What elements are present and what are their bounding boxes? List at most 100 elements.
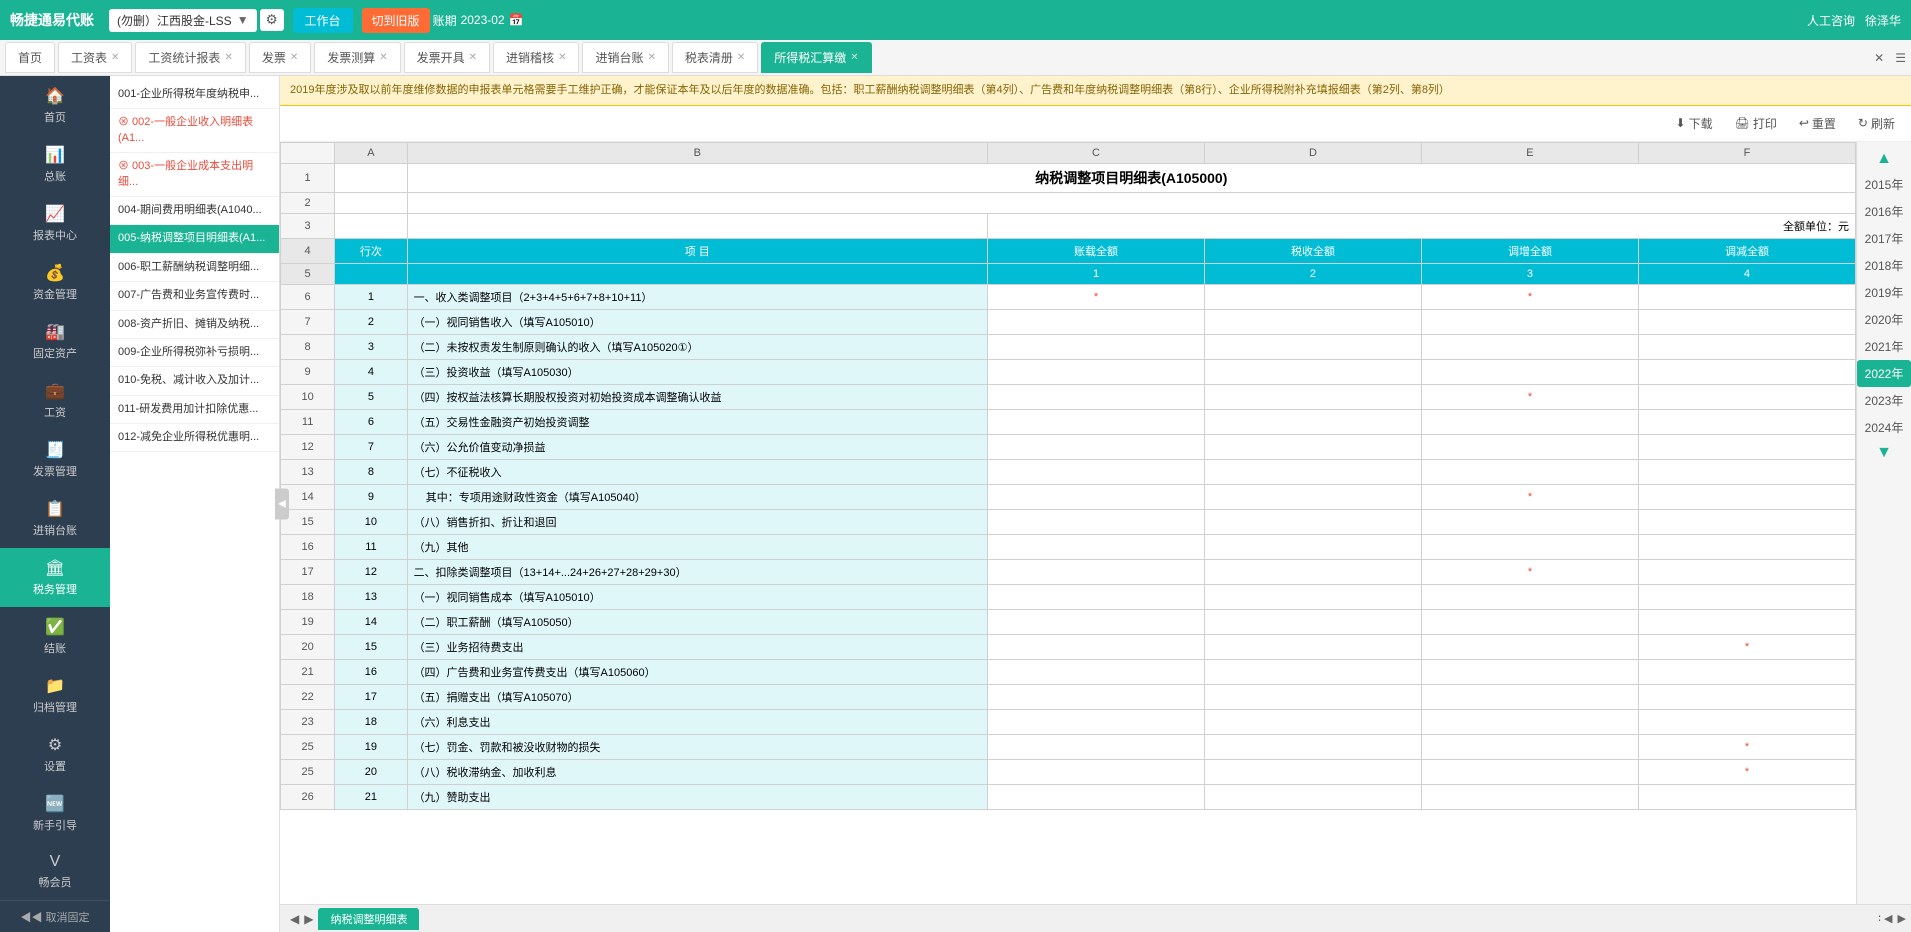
table-row[interactable]: 10 5 （四）按权益法核算长期股权投资对初始投资成本调整确认收益 * xyxy=(281,384,1856,409)
workbench-btn[interactable]: 工作台 xyxy=(293,8,353,33)
table-row[interactable]: 26 21 （九）赞助支出 xyxy=(281,784,1856,809)
form-list-item-008[interactable]: 008-资产折旧、摊销及纳税... xyxy=(110,311,279,339)
sidebar-item-report[interactable]: 📈 报表中心 xyxy=(0,194,110,253)
print-btn[interactable]: 🖨 打印 xyxy=(1729,112,1783,135)
tab-invoice-close[interactable]: ✕ xyxy=(290,52,298,63)
year-item-2020[interactable]: 2020年 xyxy=(1857,306,1911,333)
table-row[interactable]: 20 15 （三）业务招待费支出 * xyxy=(281,634,1856,659)
company-settings-btn[interactable]: ⚙ xyxy=(260,9,284,31)
table-row[interactable]: 21 16 （四）广告费和业务宣传费支出（填写A105060） xyxy=(281,659,1856,684)
tab-invoice-calc-close[interactable]: ✕ xyxy=(379,52,387,63)
bottom-tab-adjust[interactable]: 纳税调整明细表 xyxy=(318,908,419,930)
year-item-2015[interactable]: 2015年 xyxy=(1857,171,1911,198)
form-list-item-002[interactable]: ⊗ 002-一般企业收入明细表(A1... xyxy=(110,109,279,153)
sidebar-item-fixed[interactable]: 🏭 固定资产 xyxy=(0,312,110,371)
tab-invoice-issue-close[interactable]: ✕ xyxy=(469,52,477,63)
sidebar-item-guide[interactable]: 🆕 新手引导 xyxy=(0,784,110,843)
tab-check[interactable]: 进销稽核✕ xyxy=(493,42,579,73)
sidebar-item-asset[interactable]: 💰 资金管理 xyxy=(0,253,110,312)
fixed-icon: 🏭 xyxy=(45,322,65,342)
form-list-item-007[interactable]: 007-广告费和业务宣传费时... xyxy=(110,282,279,310)
form-list-item-003[interactable]: ⊗ 003-一般企业成本支出明细... xyxy=(110,153,279,197)
tab-payroll[interactable]: 工资表✕ xyxy=(58,42,132,73)
table-row[interactable]: 8 3 （二）未按权责发生制原则确认的收入（填写A105020①） xyxy=(281,334,1856,359)
year-item-2023[interactable]: 2023年 xyxy=(1857,387,1911,414)
ledger-icon: 📊 xyxy=(45,145,65,165)
form-list-item-004[interactable]: 004-期间费用明细表(A1040... xyxy=(110,197,279,225)
sidebar-unpin-btn[interactable]: ◀◀ 取消固定 xyxy=(0,900,110,932)
form-list-item-011[interactable]: 011-研发费用加计扣除优惠... xyxy=(110,396,279,424)
year-item-2021[interactable]: 2021年 xyxy=(1857,333,1911,360)
form-list-item-010[interactable]: 010-免税、减计收入及加计... xyxy=(110,367,279,395)
year-item-2024[interactable]: 2024年 xyxy=(1857,414,1911,441)
year-item-2017[interactable]: 2017年 xyxy=(1857,225,1911,252)
sidebar-item-settings[interactable]: ⚙ 设置 xyxy=(0,725,110,784)
table-row[interactable]: 25 19 （七）罚金、罚款和被没收财物的损失 * xyxy=(281,734,1856,759)
old-version-btn[interactable]: 切到旧版 xyxy=(362,8,430,33)
sidebar-item-vip[interactable]: V 畅会员 xyxy=(0,843,110,900)
tab-ledger[interactable]: 进销台账✕ xyxy=(582,42,668,73)
table-row[interactable]: 9 4 （三）投资收益（填写A105030） xyxy=(281,359,1856,384)
year-nav-down[interactable]: ▼ xyxy=(1873,441,1895,465)
reset-btn[interactable]: ↩ 重置 xyxy=(1793,112,1842,135)
table-row[interactable]: 12 7 （六）公允价值变动净损益 xyxy=(281,434,1856,459)
table-row[interactable]: 11 6 （五）交易性金融资产初始投资调整 xyxy=(281,409,1856,434)
toolbar: ⬇ 下载 🖨 打印 ↩ 重置 ↻ 刷新 xyxy=(280,106,1911,142)
table-row[interactable]: 14 9 其中：专项用途财政性资金（填写A105040） * xyxy=(281,484,1856,509)
form-list-item-005[interactable]: 005-纳税调整项目明细表(A1... xyxy=(110,225,279,253)
tab-invoice-issue[interactable]: 发票开具✕ xyxy=(404,42,490,73)
form-list-item-006[interactable]: 006-职工薪酬纳税调整明细... xyxy=(110,254,279,282)
form-list-item-012[interactable]: 012-减免企业所得税优惠明... xyxy=(110,424,279,452)
tab-payroll-report-close[interactable]: ✕ xyxy=(224,52,232,63)
sidebar-item-ledger[interactable]: 📊 总账 xyxy=(0,135,110,194)
user-name[interactable]: 徐泽华 xyxy=(1865,12,1901,29)
scroll-left-arrow[interactable]: ◀ xyxy=(290,912,299,926)
table-row[interactable]: 22 17 （五）捐赠支出（填写A105070） xyxy=(281,684,1856,709)
sidebar-item-checkout[interactable]: ✅ 结账 xyxy=(0,607,110,666)
table-row[interactable]: 25 20 （八）税收滞纳金、加收利息 * xyxy=(281,759,1856,784)
form-list-item-009[interactable]: 009-企业所得税弥补亏损明... xyxy=(110,339,279,367)
tab-income-tax[interactable]: 所得税汇算缴✕ xyxy=(761,42,871,73)
sidebar-item-archive[interactable]: 📁 归档管理 xyxy=(0,666,110,725)
table-row[interactable]: 13 8 （七）不征税收入 xyxy=(281,459,1856,484)
table-row[interactable]: 18 13 （一）视同销售成本（填写A105010） xyxy=(281,584,1856,609)
user-service-btn[interactable]: 人工咨询 xyxy=(1807,12,1855,29)
close-all-tabs[interactable]: ✕ xyxy=(1868,47,1890,69)
scroll-right-arrow[interactable]: ▶ xyxy=(304,912,313,926)
sidebar-item-invoice[interactable]: 🧾 发票管理 xyxy=(0,430,110,489)
year-item-2016[interactable]: 2016年 xyxy=(1857,198,1911,225)
year-item-2019[interactable]: 2019年 xyxy=(1857,279,1911,306)
download-btn[interactable]: ⬇ 下载 xyxy=(1670,112,1719,135)
tab-payroll-close[interactable]: ✕ xyxy=(111,52,119,63)
table-row[interactable]: 16 11 （九）其他 xyxy=(281,534,1856,559)
company-selector[interactable]: (勿删）江西股金-LSS ▼ xyxy=(109,9,257,32)
tab-check-close[interactable]: ✕ xyxy=(558,52,566,63)
tab-ledger-close[interactable]: ✕ xyxy=(647,52,655,63)
sidebar-item-home[interactable]: 🏠 首页 xyxy=(0,76,110,135)
tab-tax-list-close[interactable]: ✕ xyxy=(737,52,745,63)
horizontal-scroll-right[interactable]: ▶ xyxy=(1898,912,1906,925)
table-row[interactable]: 19 14 （二）职工薪酬（填写A105050） xyxy=(281,609,1856,634)
form-list-collapse-btn[interactable]: ◀ xyxy=(275,489,289,520)
refresh-btn[interactable]: ↻ 刷新 xyxy=(1852,112,1901,135)
tab-tax-list[interactable]: 税表清册✕ xyxy=(672,42,758,73)
table-row[interactable]: 17 12 二、扣除类调整项目（13+14+...24+26+27+28+29+… xyxy=(281,559,1856,584)
year-item-2022[interactable]: 2022年 xyxy=(1857,360,1911,387)
form-list-item-001[interactable]: 001-企业所得税年度纳税申... xyxy=(110,81,279,109)
tab-invoice-calc[interactable]: 发票测算✕ xyxy=(314,42,400,73)
table-row[interactable]: 7 2 （一）视同销售收入（填写A105010） xyxy=(281,309,1856,334)
year-nav-up[interactable]: ▲ xyxy=(1873,147,1895,171)
sidebar-item-payroll[interactable]: 💼 工资 xyxy=(0,371,110,430)
tab-menu-btn[interactable]: ☰ xyxy=(1895,51,1906,65)
table-row[interactable]: 15 10 （八）销售折扣、折让和退回 xyxy=(281,509,1856,534)
tab-invoice[interactable]: 发票✕ xyxy=(249,42,311,73)
spreadsheet-wrapper[interactable]: A B C D E F 1 纳税调整项目明细表(A105000) xyxy=(280,142,1856,905)
tab-payroll-report[interactable]: 工资统计报表✕ xyxy=(135,42,245,73)
table-row[interactable]: 6 1 一、收入类调整项目（2+3+4+5+6+7+8+10+11） * * xyxy=(281,284,1856,309)
sidebar-item-purchase[interactable]: 📋 进销台账 xyxy=(0,489,110,548)
tab-home[interactable]: 首页 xyxy=(5,42,55,73)
table-row[interactable]: 23 18 （六）利息支出 xyxy=(281,709,1856,734)
sidebar-item-tax[interactable]: 🏛 税务管理 xyxy=(0,548,110,607)
year-item-2018[interactable]: 2018年 xyxy=(1857,252,1911,279)
tab-income-tax-close[interactable]: ✕ xyxy=(850,52,858,63)
